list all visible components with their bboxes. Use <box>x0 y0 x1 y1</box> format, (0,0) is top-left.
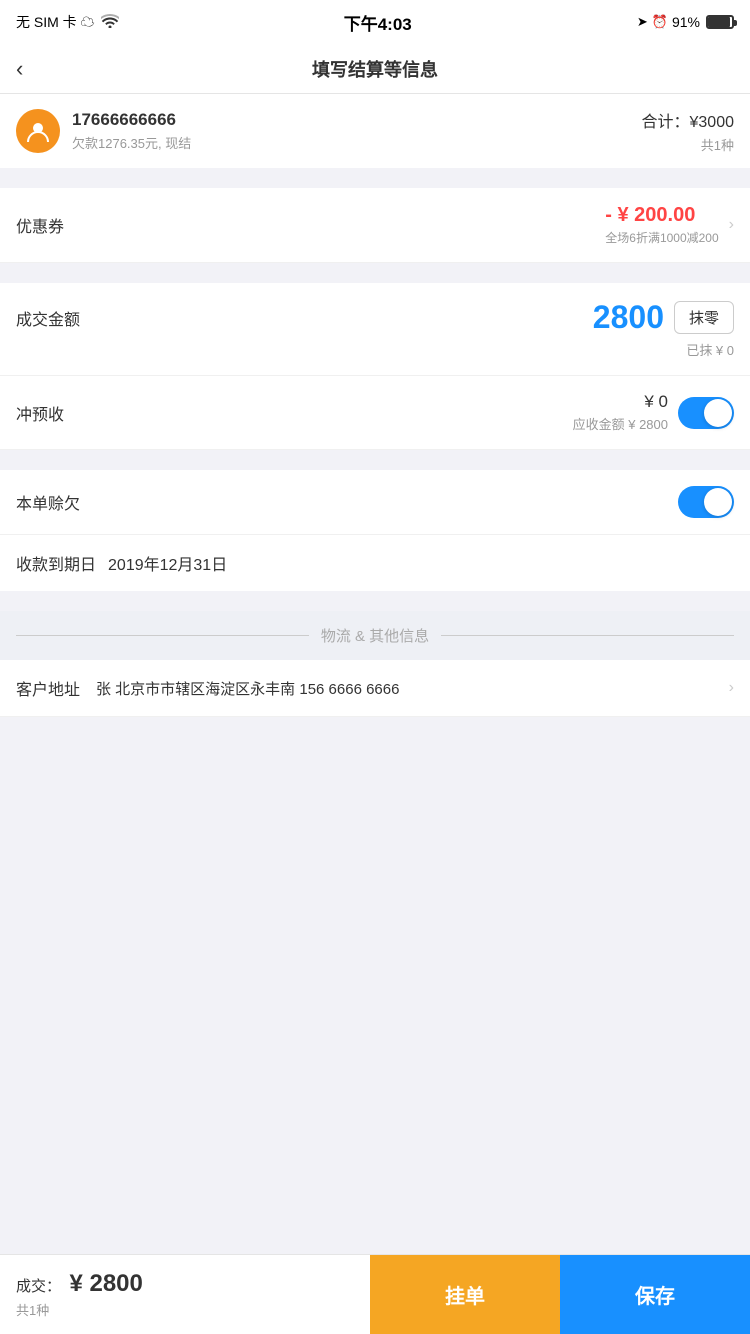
prepay-section: 冲预收 ¥ 0 应收金额 ¥ 2800 <box>0 376 750 450</box>
location-icon: ➤ <box>637 14 648 30</box>
toggle-knob <box>704 399 732 427</box>
customer-total: 合计：¥3000 <box>641 108 734 132</box>
page-title: 填写结算等信息 <box>312 56 438 82</box>
logistics-line-right <box>441 635 734 636</box>
round-button[interactable]: 抹零 <box>674 301 734 334</box>
coupon-amount: - ¥ 200.00 <box>605 204 718 227</box>
due-date-row: 收款到期日 2019年12月31日 <box>16 551 734 575</box>
coupon-label: 优惠券 <box>16 213 64 237</box>
divider-4 <box>0 591 750 601</box>
bill-credit-toggle-knob <box>704 488 732 516</box>
coupon-desc: 全场6折满1000减200 <box>605 229 718 246</box>
bottom-deal-label: 成交： ¥ 2800 <box>16 1270 354 1298</box>
bottom-deal-amount: ¥ 2800 <box>69 1270 142 1297</box>
customer-count: 共1种 <box>641 135 734 154</box>
deal-label: 成交金额 <box>16 306 80 330</box>
customer-right: 合计：¥3000 共1种 <box>641 108 734 154</box>
prepay-sub: 应收金额 ¥ 2800 <box>573 414 668 433</box>
coupon-chevron-icon: › <box>729 216 734 234</box>
divider-1 <box>0 178 750 188</box>
deal-sub: 已抹 ¥ 0 <box>16 340 734 359</box>
customer-phone: 17666666666 <box>72 110 191 130</box>
status-right: ➤ ⏰ 91% <box>637 14 734 30</box>
avatar <box>16 109 60 153</box>
customer-card: 17666666666 欠款1276.35元, 现结 合计：¥3000 共1种 <box>0 94 750 168</box>
address-chevron-icon: › <box>729 679 734 697</box>
logistics-divider: 物流 & 其他信息 <box>0 611 750 660</box>
prepay-right: ¥ 0 应收金额 ¥ 2800 <box>573 392 734 433</box>
bill-credit-label: 本单赊欠 <box>16 490 80 514</box>
deal-right: 2800 抹零 <box>593 299 734 336</box>
coupon-row[interactable]: 优惠券 - ¥ 200.00 全场6折满1000减200 › <box>0 188 750 263</box>
address-value: 张 北京市市辖区海淀区永丰南 156 6666 6666 <box>96 678 721 699</box>
divider-2 <box>0 263 750 273</box>
status-left: 无 SIM 卡 ☁ <box>16 12 119 32</box>
bottom-summary: 成交： ¥ 2800 共1种 <box>0 1270 370 1319</box>
deal-row: 成交金额 2800 抹零 <box>16 299 734 336</box>
customer-info: 17666666666 欠款1276.35元, 现结 <box>72 110 191 152</box>
alarm-icon: ⏰ <box>652 14 668 30</box>
customer-left: 17666666666 欠款1276.35元, 现结 <box>16 109 191 153</box>
prepay-label: 冲预收 <box>16 401 64 425</box>
save-button[interactable]: 保存 <box>560 1255 750 1334</box>
prepay-amount: ¥ 0 <box>573 392 668 412</box>
battery-bar <box>706 15 734 29</box>
status-bar: 无 SIM 卡 ☁ 下午4:03 ➤ ⏰ 91% <box>0 0 750 44</box>
header: ‹ 填写结算等信息 <box>0 44 750 94</box>
hang-button[interactable]: 挂单 <box>370 1255 560 1334</box>
bottom-deal-count: 共1种 <box>16 1300 354 1319</box>
address-label: 客户地址 <box>16 676 80 700</box>
back-button[interactable]: ‹ <box>16 56 23 82</box>
deal-amount-value: 2800 <box>593 299 664 336</box>
bill-credit-toggle[interactable] <box>678 486 734 518</box>
logistics-label: 物流 & 其他信息 <box>321 625 429 646</box>
battery-fill <box>708 17 730 27</box>
due-value: 2019年12月31日 <box>108 551 227 575</box>
prepay-toggle[interactable] <box>678 397 734 429</box>
status-time: 下午4:03 <box>344 10 412 35</box>
bill-credit-section: 本单赊欠 <box>0 470 750 534</box>
wifi-icon <box>101 14 119 31</box>
deal-amount-section: 成交金额 2800 抹零 已抹 ¥ 0 <box>0 283 750 376</box>
main-content: 17666666666 欠款1276.35元, 现结 合计：¥3000 共1种 … <box>0 94 750 967</box>
bottom-bar: 成交： ¥ 2800 共1种 挂单 保存 <box>0 1254 750 1334</box>
sim-label: 无 SIM 卡 ☁ <box>16 12 95 32</box>
battery-percent: 91% <box>672 14 700 30</box>
divider-3 <box>0 450 750 460</box>
prepay-amount-block: ¥ 0 应收金额 ¥ 2800 <box>573 392 668 433</box>
customer-note: 欠款1276.35元, 现结 <box>72 133 191 152</box>
logistics-line-left <box>16 635 309 636</box>
due-date-section: 收款到期日 2019年12月31日 <box>0 534 750 591</box>
address-section[interactable]: 客户地址 张 北京市市辖区海淀区永丰南 156 6666 6666 › <box>0 660 750 717</box>
empty-area <box>0 717 750 877</box>
due-label: 收款到期日 <box>16 551 96 575</box>
